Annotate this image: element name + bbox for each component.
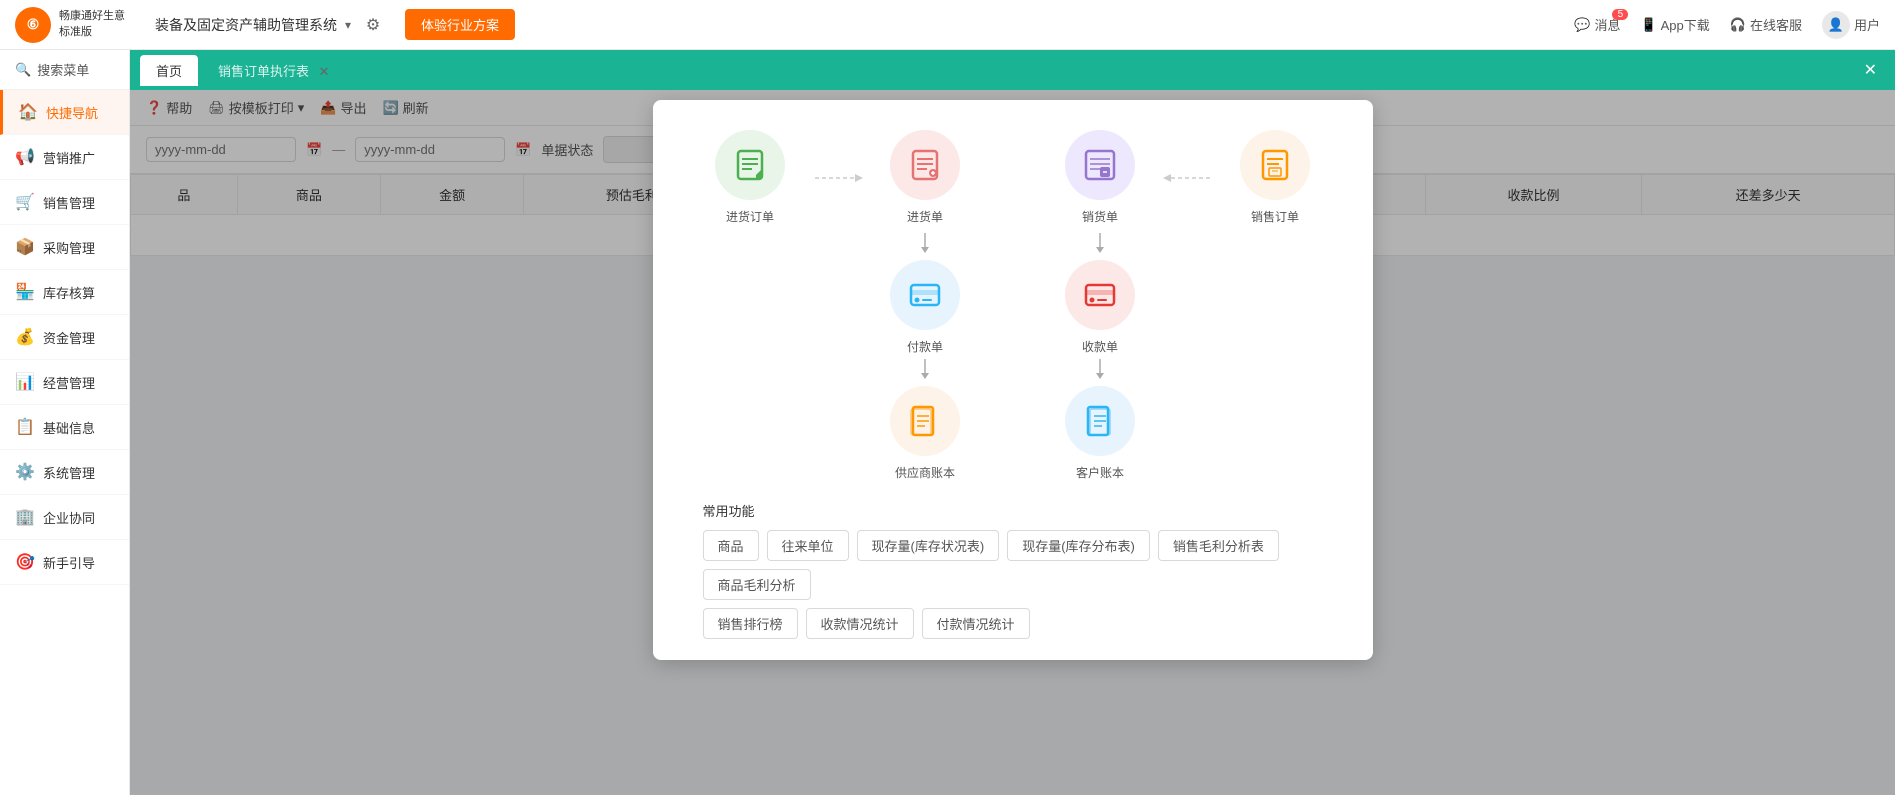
sidebar-item-corp[interactable]: 🏢 企业协同 — [0, 495, 129, 540]
arrow-1 — [808, 170, 868, 186]
flow-item-supplier-ledger[interactable]: 供应商账本 — [868, 386, 983, 481]
basic-icon: 📋 — [15, 417, 35, 437]
down-arrow-receipt — [1043, 233, 1158, 256]
system-title-area: 装备及固定资产辅助管理系统 ▾ ⚙ 体验行业方案 — [145, 9, 1574, 40]
func-btn-payment-stats[interactable]: 付款情况统计 — [922, 608, 1030, 639]
sidebar: 🔍 搜索菜单 🏠 快捷导航 📢 营销推广 🛒 销售管理 📦 采购管理 🏪 库存核… — [0, 50, 130, 795]
purchase-icon: 📦 — [15, 237, 35, 257]
finance-icon: 💰 — [15, 327, 35, 347]
purchase-order-label: 进货订单 — [726, 208, 774, 225]
sidebar-item-guide[interactable]: 🎯 新手引导 — [0, 540, 129, 585]
func-btn-stock-dist[interactable]: 现存量(库存分布表) — [1007, 530, 1150, 561]
flow-item-sales-order[interactable]: 销售订单 — [1218, 130, 1333, 225]
func-btn-receipt-stats[interactable]: 收款情况统计 — [806, 608, 914, 639]
system-title-text: 装备及固定资产辅助管理系统 — [155, 15, 337, 35]
func-btn-sales-margin[interactable]: 销售毛利分析表 — [1158, 530, 1279, 561]
modal-overlay[interactable]: 进货订单 进货单 — [130, 90, 1895, 795]
sidebar-item-inventory[interactable]: 🏪 库存核算 — [0, 270, 129, 315]
down-arrow-payment — [868, 233, 983, 256]
sales-bill-label: 销货单 — [1082, 208, 1118, 225]
flow-modal: 进货订单 进货单 — [653, 100, 1373, 660]
sales-order-circle — [1240, 130, 1310, 200]
supplier-ledger-circle — [890, 386, 960, 456]
payment-circle — [890, 260, 960, 330]
flow-item-sales-bill[interactable]: 销货单 — [1043, 130, 1158, 225]
operation-icon: 📊 — [15, 372, 35, 392]
flow-item-purchase-bill[interactable]: 进货单 — [868, 130, 983, 225]
func-buttons-row2: 销售排行榜 收款情况统计 付款情况统计 — [703, 608, 1323, 639]
sidebar-item-sales[interactable]: 🛒 销售管理 — [0, 180, 129, 225]
common-title: 常用功能 — [703, 501, 1323, 520]
tab-close-sales-order[interactable]: ✕ — [319, 64, 330, 79]
sales-icon: 🛒 — [15, 192, 35, 212]
down-arrow-customer — [1043, 359, 1158, 382]
func-btn-sales-rank[interactable]: 销售排行榜 — [703, 608, 798, 639]
func-btn-stock-status[interactable]: 现存量(库存状况表) — [857, 530, 1000, 561]
home-icon: 🏠 — [18, 102, 38, 122]
tab-close-all-btn[interactable]: ✕ — [1856, 56, 1885, 84]
service-icon: 🎧 — [1730, 17, 1746, 33]
receipt-label: 收款单 — [1082, 338, 1118, 355]
receipt-circle — [1065, 260, 1135, 330]
func-btn-counterpart[interactable]: 往来单位 — [767, 530, 849, 561]
search-icon: 🔍 — [15, 62, 31, 78]
user-menu[interactable]: 👤 用户 — [1822, 11, 1880, 39]
guide-icon: 🎯 — [15, 552, 35, 572]
inventory-icon: 🏪 — [15, 282, 35, 302]
modal-body: 进货订单 进货单 — [653, 100, 1373, 660]
purchase-bill-circle — [890, 130, 960, 200]
logo-text: 畅康通好生意 标准版 — [59, 9, 125, 40]
message-badge: 5 — [1612, 9, 1628, 20]
payment-label: 付款单 — [907, 338, 943, 355]
download-icon: 📱 — [1640, 17, 1656, 33]
logo-icon: ⑥ — [15, 7, 51, 43]
func-btn-product[interactable]: 商品 — [703, 530, 759, 561]
top-right-area: 💬 消息 5 📱 App下载 🎧 在线客服 👤 用户 — [1574, 11, 1880, 39]
main-content: 首页 销售订单执行表 ✕ ✕ ❓ 帮助 🖨 按模板打印 ▾ 📤 导出 — [130, 50, 1895, 795]
down-arrow-supplier — [868, 359, 983, 382]
sidebar-item-purchase[interactable]: 📦 采购管理 — [0, 225, 129, 270]
tab-bar: 首页 销售订单执行表 ✕ ✕ — [130, 50, 1895, 90]
flow-item-receipt[interactable]: 收款单 — [1043, 260, 1158, 355]
marketing-icon: 📢 — [15, 147, 35, 167]
purchase-order-circle — [715, 130, 785, 200]
purchase-bill-label: 进货单 — [907, 208, 943, 225]
sidebar-item-finance[interactable]: 💰 资金管理 — [0, 315, 129, 360]
tab-sales-order[interactable]: 销售订单执行表 ✕ — [202, 55, 346, 86]
common-functions: 常用功能 商品 往来单位 现存量(库存状况表) 现存量(库存分布表) 销售毛利分… — [693, 501, 1333, 660]
sidebar-item-system[interactable]: ⚙️ 系统管理 — [0, 450, 129, 495]
sidebar-item-marketing[interactable]: 📢 营销推广 — [0, 135, 129, 180]
logo-area: ⑥ 畅康通好生意 标准版 — [15, 7, 145, 43]
tab-home[interactable]: 首页 — [140, 55, 198, 86]
func-btn-product-margin[interactable]: 商品毛利分析 — [703, 569, 811, 600]
customer-ledger-label: 客户账本 — [1076, 464, 1124, 481]
settings-icon[interactable]: ⚙ — [359, 11, 387, 39]
sales-order-label: 销售订单 — [1251, 208, 1299, 225]
message-btn[interactable]: 💬 消息 5 — [1574, 15, 1620, 34]
corp-icon: 🏢 — [15, 507, 35, 527]
flow-item-customer-ledger[interactable]: 客户账本 — [1043, 386, 1158, 481]
flow-item-purchase-order[interactable]: 进货订单 — [693, 130, 808, 225]
message-icon: 💬 — [1574, 17, 1590, 33]
sales-bill-circle — [1065, 130, 1135, 200]
supplier-ledger-label: 供应商账本 — [895, 464, 955, 481]
avatar: 👤 — [1822, 11, 1850, 39]
customer-service-btn[interactable]: 🎧 在线客服 — [1730, 15, 1802, 34]
trial-btn[interactable]: 体验行业方案 — [405, 9, 515, 40]
search-menu-btn[interactable]: 🔍 搜索菜单 — [0, 50, 129, 90]
customer-ledger-circle — [1065, 386, 1135, 456]
sidebar-item-quick-nav[interactable]: 🏠 快捷导航 — [0, 90, 129, 135]
system-icon: ⚙️ — [15, 462, 35, 482]
sidebar-item-basic[interactable]: 📋 基础信息 — [0, 405, 129, 450]
arrow-3 — [1158, 170, 1218, 186]
system-dropdown-btn[interactable]: ▾ — [345, 18, 351, 32]
sidebar-item-operation[interactable]: 📊 经营管理 — [0, 360, 129, 405]
flow-item-payment[interactable]: 付款单 — [868, 260, 983, 355]
content-area: ❓ 帮助 🖨 按模板打印 ▾ 📤 导出 🔄 刷新 📅 — 📅 — [130, 90, 1895, 795]
top-bar: ⑥ 畅康通好生意 标准版 装备及固定资产辅助管理系统 ▾ ⚙ 体验行业方案 💬 … — [0, 0, 1895, 50]
func-buttons-row1: 商品 往来单位 现存量(库存状况表) 现存量(库存分布表) 销售毛利分析表 商品… — [703, 530, 1323, 600]
app-download-btn[interactable]: 📱 App下载 — [1640, 15, 1709, 34]
